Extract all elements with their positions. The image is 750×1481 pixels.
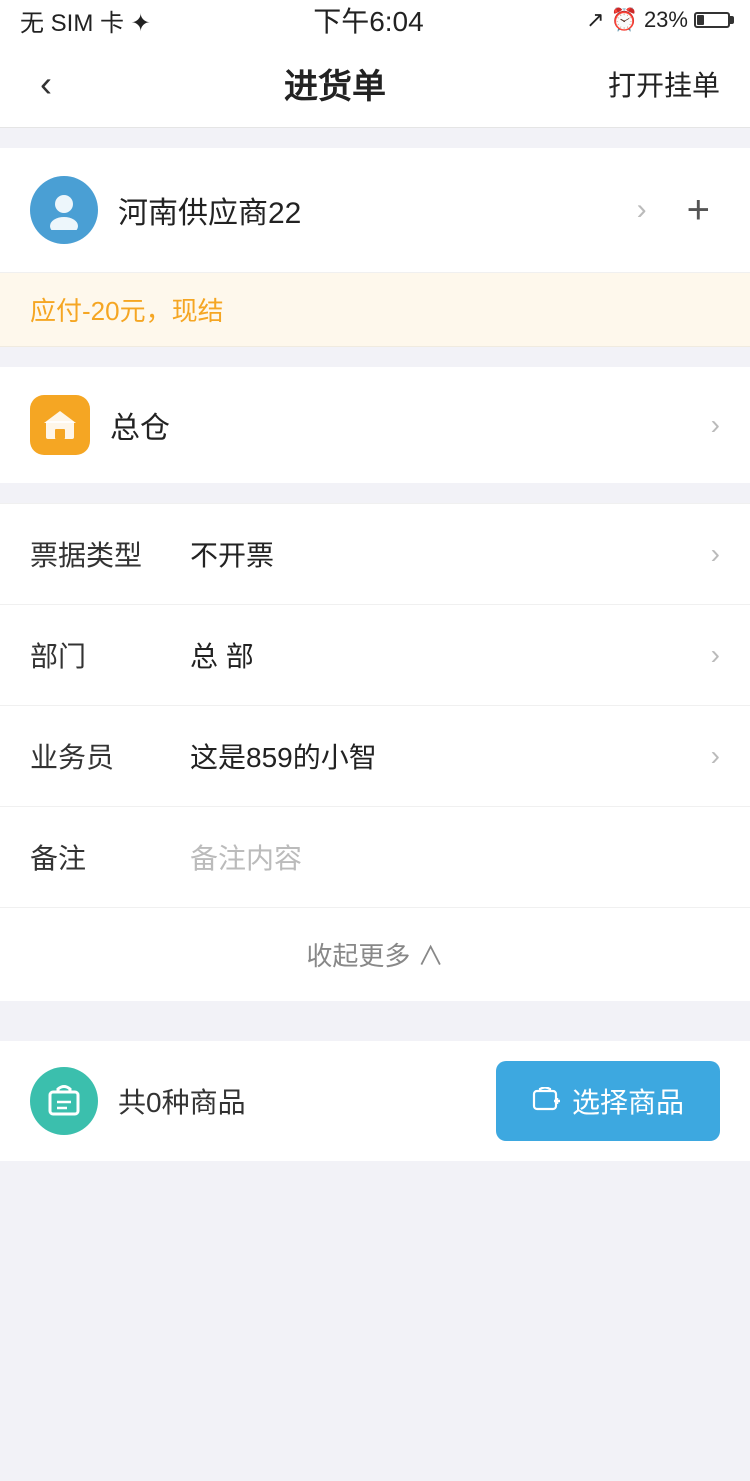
ticket-type-label: 票据类型 bbox=[30, 534, 150, 574]
department-row[interactable]: 部门 总 部 › bbox=[0, 604, 750, 705]
add-supplier-button[interactable]: + bbox=[677, 188, 720, 233]
warehouse-card: 总仓 › bbox=[0, 367, 750, 483]
salesperson-value: 这是859的小智 bbox=[150, 736, 711, 776]
gap-1 bbox=[0, 128, 750, 148]
remark-value: 备注内容 bbox=[150, 837, 720, 877]
sim-label: 无 SIM 卡 ✦ bbox=[20, 3, 151, 38]
select-product-button[interactable]: 选择商品 bbox=[496, 1061, 720, 1141]
product-count: 共0种商品 bbox=[118, 1081, 496, 1121]
supplier-name: 河南供应商22 bbox=[118, 188, 637, 232]
salesperson-row[interactable]: 业务员 这是859的小智 › bbox=[0, 705, 750, 806]
collapse-button[interactable]: 收起更多 ∧ bbox=[0, 907, 750, 1001]
department-label: 部门 bbox=[30, 635, 150, 675]
status-right: ↗ ⏰ 23% bbox=[586, 7, 730, 33]
nav-bar: ‹ 进货单 打开挂单 bbox=[0, 40, 750, 128]
location-icon: ↗ bbox=[586, 7, 604, 33]
salesperson-label: 业务员 bbox=[30, 736, 150, 776]
gap-2 bbox=[0, 347, 750, 367]
status-left: 无 SIM 卡 ✦ bbox=[20, 3, 151, 38]
supplier-chevron-icon: › bbox=[637, 193, 647, 227]
back-button[interactable]: ‹ bbox=[30, 53, 62, 115]
page-title: 进货单 bbox=[284, 59, 386, 108]
notice-banner: 应付-20元，现结 bbox=[0, 273, 750, 347]
select-product-label: 选择商品 bbox=[572, 1081, 684, 1121]
product-icon bbox=[30, 1067, 98, 1135]
warehouse-icon bbox=[30, 395, 90, 455]
alarm-icon: ⏰ bbox=[611, 7, 638, 33]
ticket-type-row[interactable]: 票据类型 不开票 › bbox=[0, 503, 750, 604]
department-chevron: › bbox=[711, 639, 720, 671]
warehouse-name: 总仓 bbox=[110, 403, 711, 447]
salesperson-chevron: › bbox=[711, 740, 720, 772]
remark-label: 备注 bbox=[30, 837, 150, 877]
remark-row[interactable]: 备注 备注内容 bbox=[0, 806, 750, 907]
ticket-type-value: 不开票 bbox=[150, 534, 711, 574]
supplier-card: 河南供应商22 › + 应付-20元，现结 bbox=[0, 148, 750, 347]
page-background bbox=[0, 1161, 750, 1481]
warehouse-chevron-icon: › bbox=[711, 409, 720, 441]
supplier-avatar bbox=[30, 176, 98, 244]
department-value: 总 部 bbox=[150, 635, 711, 675]
product-bar: 共0种商品 选择商品 bbox=[0, 1041, 750, 1161]
warehouse-row[interactable]: 总仓 › bbox=[0, 367, 750, 483]
gap-4 bbox=[0, 1001, 750, 1021]
battery-icon bbox=[694, 12, 730, 28]
battery-label: 23% bbox=[644, 7, 688, 33]
gap-3 bbox=[0, 483, 750, 503]
ticket-type-chevron: › bbox=[711, 538, 720, 570]
supplier-row[interactable]: 河南供应商22 › + bbox=[0, 148, 750, 273]
open-pending-button[interactable]: 打开挂单 bbox=[608, 64, 720, 104]
collapse-label: 收起更多 ∧ bbox=[306, 936, 443, 973]
status-bar: 无 SIM 卡 ✦ 下午6:04 ↗ ⏰ 23% bbox=[0, 0, 750, 40]
form-card: 票据类型 不开票 › 部门 总 部 › 业务员 这是859的小智 › 备注 备注… bbox=[0, 503, 750, 1001]
status-time: 下午6:04 bbox=[313, 0, 424, 40]
